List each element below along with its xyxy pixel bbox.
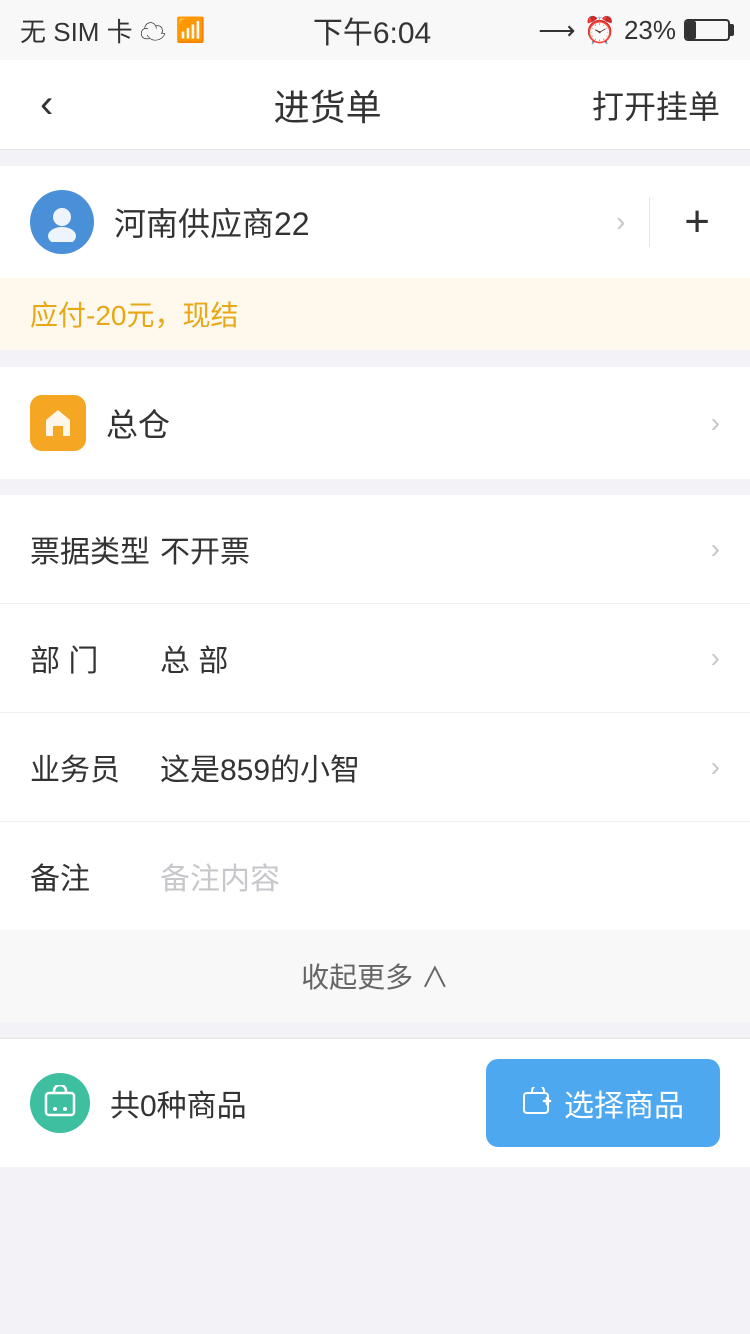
invoice-type-label: 票据类型 — [30, 527, 160, 571]
sim-label: 无 SIM 卡 ☁ — [20, 12, 166, 49]
status-time: 下午6:04 — [313, 8, 431, 52]
status-right: ⟶ ⏰ 23% — [538, 15, 730, 46]
department-chevron-icon: › — [711, 642, 720, 674]
mid-divider-1 — [0, 350, 750, 366]
user-icon — [42, 202, 82, 242]
mid-divider-2 — [0, 479, 750, 495]
warehouse-name: 总仓 — [106, 400, 711, 446]
select-product-label: 选择商品 — [564, 1081, 684, 1125]
cart-icon — [42, 1085, 78, 1121]
top-divider — [0, 150, 750, 166]
location-icon: ⟶ — [538, 15, 575, 46]
page-title: 进货单 — [274, 79, 382, 131]
supplier-name: 河南供应商22 — [114, 199, 616, 245]
collapse-button[interactable]: 收起更多 ∧ — [0, 930, 750, 1022]
wifi-icon: 📶 — [176, 16, 206, 45]
back-button[interactable]: ‹ — [30, 72, 63, 137]
warehouse-chevron-icon: › — [711, 407, 720, 439]
department-row[interactable]: 部 门 总 部 › — [0, 604, 750, 713]
salesperson-row[interactable]: 业务员 这是859的小智 › — [0, 713, 750, 822]
nav-bar: ‹ 进货单 打开挂单 — [0, 60, 750, 150]
battery-label: 23% — [624, 15, 676, 46]
warehouse-icon-wrap — [30, 395, 86, 451]
remark-value: 备注内容 — [160, 854, 720, 898]
warehouse-row[interactable]: 总仓 › — [0, 366, 750, 479]
add-button[interactable]: + — [674, 197, 720, 247]
department-value: 总 部 — [160, 636, 711, 680]
select-product-button[interactable]: 选择商品 — [486, 1059, 720, 1147]
supplier-section: 河南供应商22 › + 应付-20元，现结 — [0, 166, 750, 350]
salesperson-label: 业务员 — [30, 745, 160, 789]
supplier-chevron-icon: › — [616, 206, 625, 238]
warehouse-icon — [41, 406, 75, 440]
warehouse-section: 总仓 › — [0, 366, 750, 479]
supplier-avatar — [30, 190, 94, 254]
alarm-icon: ⏰ — [584, 15, 616, 46]
supplier-row[interactable]: 河南供应商22 › + — [0, 166, 750, 278]
form-section: 票据类型 不开票 › 部 门 总 部 › 业务员 这是859的小智 › 备注 备… — [0, 495, 750, 930]
remark-row[interactable]: 备注 备注内容 — [0, 822, 750, 930]
notice-bar: 应付-20元，现结 — [0, 278, 750, 350]
product-count: 共0种商品 — [110, 1081, 486, 1125]
invoice-type-row[interactable]: 票据类型 不开票 › — [0, 495, 750, 604]
open-pending-button[interactable]: 打开挂单 — [592, 82, 720, 128]
department-label: 部 门 — [30, 636, 160, 680]
select-product-icon — [522, 1087, 554, 1119]
vertical-divider — [649, 197, 650, 247]
status-bar: 无 SIM 卡 ☁ 📶 下午6:04 ⟶ ⏰ 23% — [0, 0, 750, 60]
battery-icon — [684, 19, 730, 41]
bottom-divider — [0, 1022, 750, 1038]
bottom-bar: 共0种商品 选择商品 — [0, 1038, 750, 1167]
salesperson-chevron-icon: › — [711, 751, 720, 783]
salesperson-value: 这是859的小智 — [160, 745, 711, 789]
invoice-type-value: 不开票 — [160, 527, 711, 571]
status-left: 无 SIM 卡 ☁ 📶 — [20, 12, 206, 49]
product-icon-wrap — [30, 1073, 90, 1133]
invoice-type-chevron-icon: › — [711, 533, 720, 565]
remark-label: 备注 — [30, 854, 160, 898]
